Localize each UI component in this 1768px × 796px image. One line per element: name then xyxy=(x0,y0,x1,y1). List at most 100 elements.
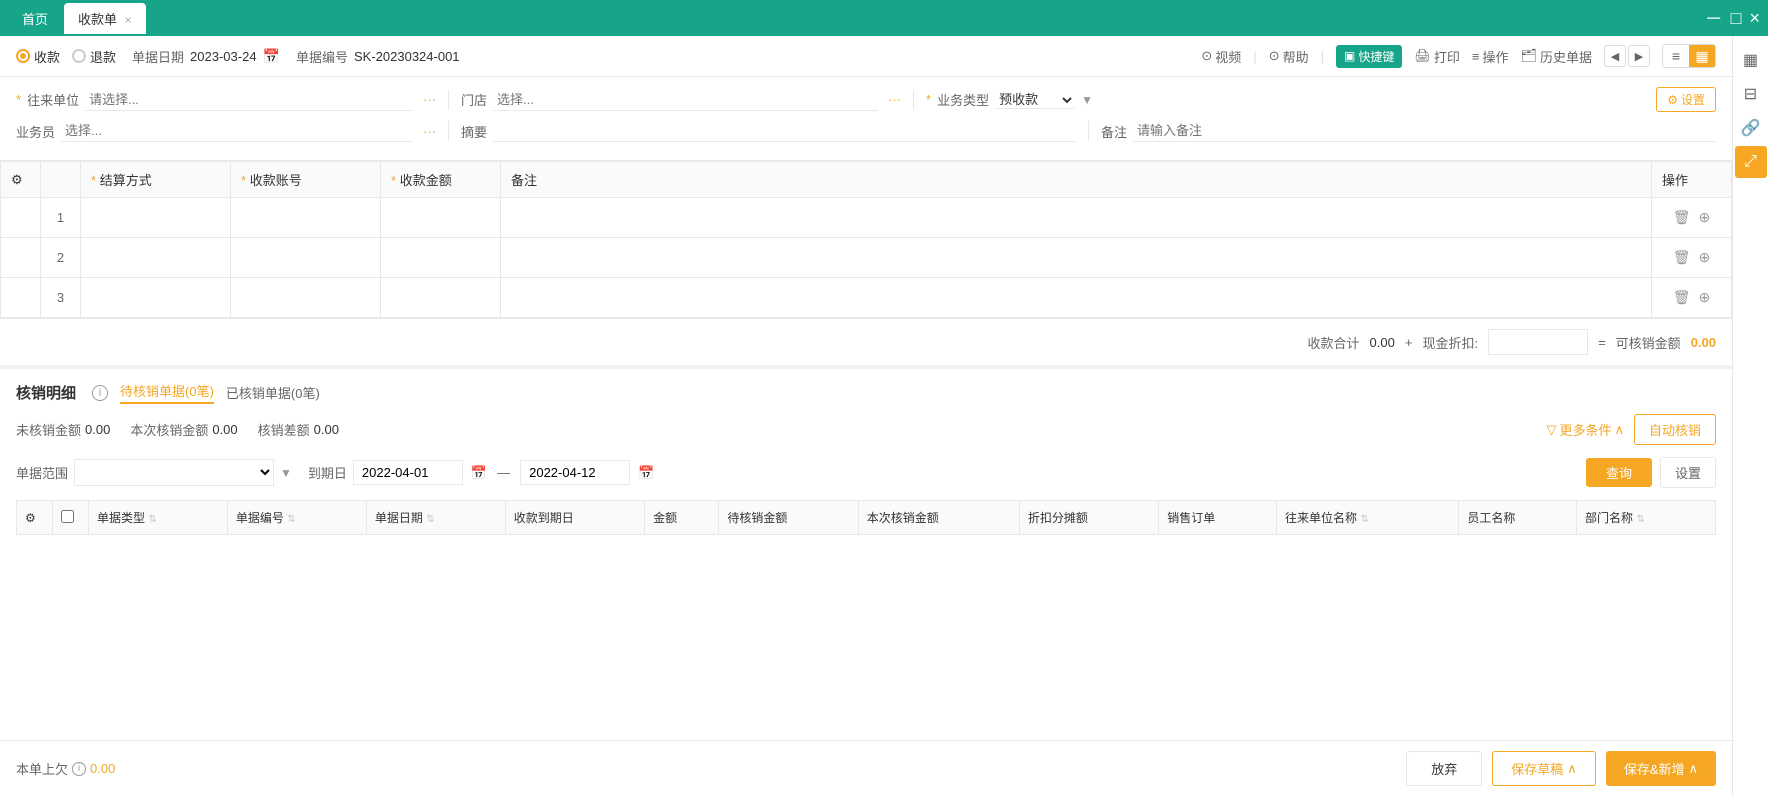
row-account-cell[interactable] xyxy=(231,238,381,278)
more-conditions-btn[interactable]: ▽ 更多条件 ∧ xyxy=(1546,420,1624,439)
summary-label: 摘要 xyxy=(461,122,487,141)
sidebar-link-icon[interactable]: 🔗 xyxy=(1735,112,1767,144)
col-voucher-date-header[interactable]: 单据日期 ⇅ xyxy=(366,501,505,535)
prev-btn[interactable]: ◀ xyxy=(1604,45,1626,67)
minimize-icon[interactable]: － xyxy=(1705,5,1723,31)
required-star-bt: * xyxy=(926,92,931,107)
row-settle-cell[interactable] xyxy=(81,278,231,318)
row-account-cell[interactable] xyxy=(231,198,381,238)
radio-refund[interactable]: 退款 xyxy=(72,47,116,66)
row-remark-cell[interactable] xyxy=(501,238,1652,278)
pending-tab[interactable]: 待核销单据(0笔) xyxy=(120,381,214,404)
writeoff-settings-btn[interactable]: 设置 xyxy=(1660,457,1716,488)
col-voucher-type-header[interactable]: 单据类型 ⇅ xyxy=(89,501,228,535)
filter-actions: 查询 设置 xyxy=(1586,457,1716,488)
calendar-icon[interactable]: 📅 xyxy=(263,48,280,65)
staff-input[interactable] xyxy=(61,120,413,142)
info-icon[interactable]: i xyxy=(92,385,108,401)
row-amount-cell[interactable] xyxy=(381,278,501,318)
voucher-range-field: 单据范围 ▼ xyxy=(16,459,292,486)
remark-input[interactable] xyxy=(1133,120,1716,142)
form-row-2: 业务员 ··· 摘要 备注 xyxy=(16,120,1716,142)
delete-icon[interactable]: 🗑 xyxy=(1673,289,1691,306)
sidebar-expand-icon[interactable]: ⤢ xyxy=(1735,146,1767,178)
row-remark-cell[interactable] xyxy=(501,278,1652,318)
total-label: 收款合计 xyxy=(1308,333,1360,352)
delete-icon[interactable]: 🗑 xyxy=(1673,249,1691,266)
col-due-date-header: 收款到期日 xyxy=(505,501,644,535)
print-btn[interactable]: 🖨 打印 xyxy=(1414,47,1460,66)
date-from-icon[interactable]: 📅 xyxy=(471,465,487,481)
col-partner-name-header[interactable]: 往来单位名称 ⇅ xyxy=(1276,501,1458,535)
next-btn[interactable]: ▶ xyxy=(1628,45,1650,67)
settings-button[interactable]: ⚙ 设置 xyxy=(1656,87,1716,112)
current-last-label: 本单上欠 xyxy=(16,759,68,778)
operate-icon: ≡ xyxy=(1472,49,1480,64)
grid-view-btn[interactable]: ▦ xyxy=(1689,45,1715,67)
discount-input[interactable] xyxy=(1488,329,1588,355)
business-type-select[interactable]: 预收款 xyxy=(995,91,1075,109)
row-settle-cell[interactable] xyxy=(81,198,231,238)
select-all-checkbox[interactable] xyxy=(61,510,74,523)
staff-more-icon[interactable]: ··· xyxy=(423,124,436,139)
partner-label: 往来单位 xyxy=(27,90,79,109)
row-settle-cell[interactable] xyxy=(81,238,231,278)
tab-home[interactable]: 首页 xyxy=(8,3,62,34)
copy-icon[interactable]: ⊕ xyxy=(1699,249,1711,266)
done-tab[interactable]: 已核销单据(0笔) xyxy=(226,383,320,402)
table-grid-icon: ▦ xyxy=(1743,50,1758,70)
info-circle-icon[interactable]: i xyxy=(72,762,86,776)
auto-writeoff-btn[interactable]: 自动核销 xyxy=(1634,414,1716,445)
operate-btn[interactable]: ≡ 操作 xyxy=(1472,47,1509,66)
partner-more-icon[interactable]: ··· xyxy=(423,92,436,107)
radio-collection[interactable]: 收款 xyxy=(16,47,60,66)
save-draft-arrow-icon: ∧ xyxy=(1567,761,1577,777)
row-amount-cell[interactable] xyxy=(381,198,501,238)
partner-input[interactable] xyxy=(85,89,413,111)
tab-close-icon[interactable]: × xyxy=(125,13,132,27)
copy-icon[interactable]: ⊕ xyxy=(1699,289,1711,306)
summary-input[interactable] xyxy=(493,120,1076,142)
history-btn[interactable]: 🗂 历史单据 xyxy=(1520,47,1592,66)
col-checkbox-header[interactable] xyxy=(53,501,89,535)
store-input[interactable] xyxy=(493,89,878,111)
collection-table: ⚙ * 结算方式 * 收款账号 * 收款金额 备注 xyxy=(0,161,1732,318)
form-row-1: * 往来单位 ··· 门店 ··· * 业务类型 预收款 ▼ xyxy=(16,87,1716,112)
col-voucher-number-header[interactable]: 单据编号 ⇅ xyxy=(227,501,366,535)
row-settings-cell xyxy=(1,278,41,318)
query-btn[interactable]: 查询 xyxy=(1586,458,1652,487)
col-dept-name-header[interactable]: 部门名称 ⇅ xyxy=(1576,501,1715,535)
date-to-input[interactable] xyxy=(520,460,630,485)
help-btn[interactable]: ⊙ 帮助 xyxy=(1269,47,1309,66)
voucher-range-select[interactable] xyxy=(74,459,274,486)
store-more-icon[interactable]: ··· xyxy=(888,92,901,107)
sidebar-table-icon[interactable]: ▦ xyxy=(1735,44,1767,76)
remark-field: 备注 xyxy=(1101,120,1716,142)
date-value[interactable]: 2023-03-24 xyxy=(190,49,257,64)
shortcut-icon: ▣ xyxy=(1344,49,1355,63)
abandon-btn[interactable]: 放弃 xyxy=(1406,751,1482,786)
writeoff-section: 核销明细 i 待核销单据(0笔) 已核销单据(0笔) 未核销金额 0.00 本次… xyxy=(0,365,1732,740)
row-amount-cell[interactable] xyxy=(381,238,501,278)
row-remark-cell[interactable] xyxy=(501,198,1652,238)
list-view-btn[interactable]: ≡ xyxy=(1663,45,1689,67)
shortcut-btn[interactable]: ▣ 快捷键 xyxy=(1336,45,1402,68)
sidebar-clipboard-icon[interactable]: ⊟ xyxy=(1735,78,1767,110)
video-btn[interactable]: ⊙ 视频 xyxy=(1201,47,1241,66)
close-icon[interactable]: × xyxy=(1749,8,1760,29)
maximize-icon[interactable]: □ xyxy=(1731,8,1742,29)
row-settings-cell xyxy=(1,198,41,238)
discount-label: 现金折扣: xyxy=(1422,333,1478,352)
col-settings-header[interactable]: ⚙ xyxy=(1,162,41,198)
save-new-btn[interactable]: 保存&新增 ∧ xyxy=(1606,751,1716,786)
save-draft-btn[interactable]: 保存草稿 ∧ xyxy=(1492,751,1596,786)
date-from-input[interactable] xyxy=(353,460,463,485)
nav-arrows: ◀ ▶ xyxy=(1604,45,1650,67)
col-settings2-header[interactable]: ⚙ xyxy=(17,501,53,535)
row-account-cell[interactable] xyxy=(231,278,381,318)
sort-icon-num: ⇅ xyxy=(287,514,295,525)
copy-icon[interactable]: ⊕ xyxy=(1699,209,1711,226)
delete-icon[interactable]: 🗑 xyxy=(1673,209,1691,226)
date-to-icon[interactable]: 📅 xyxy=(638,465,654,481)
tab-collection[interactable]: 收款单 × xyxy=(64,3,146,34)
